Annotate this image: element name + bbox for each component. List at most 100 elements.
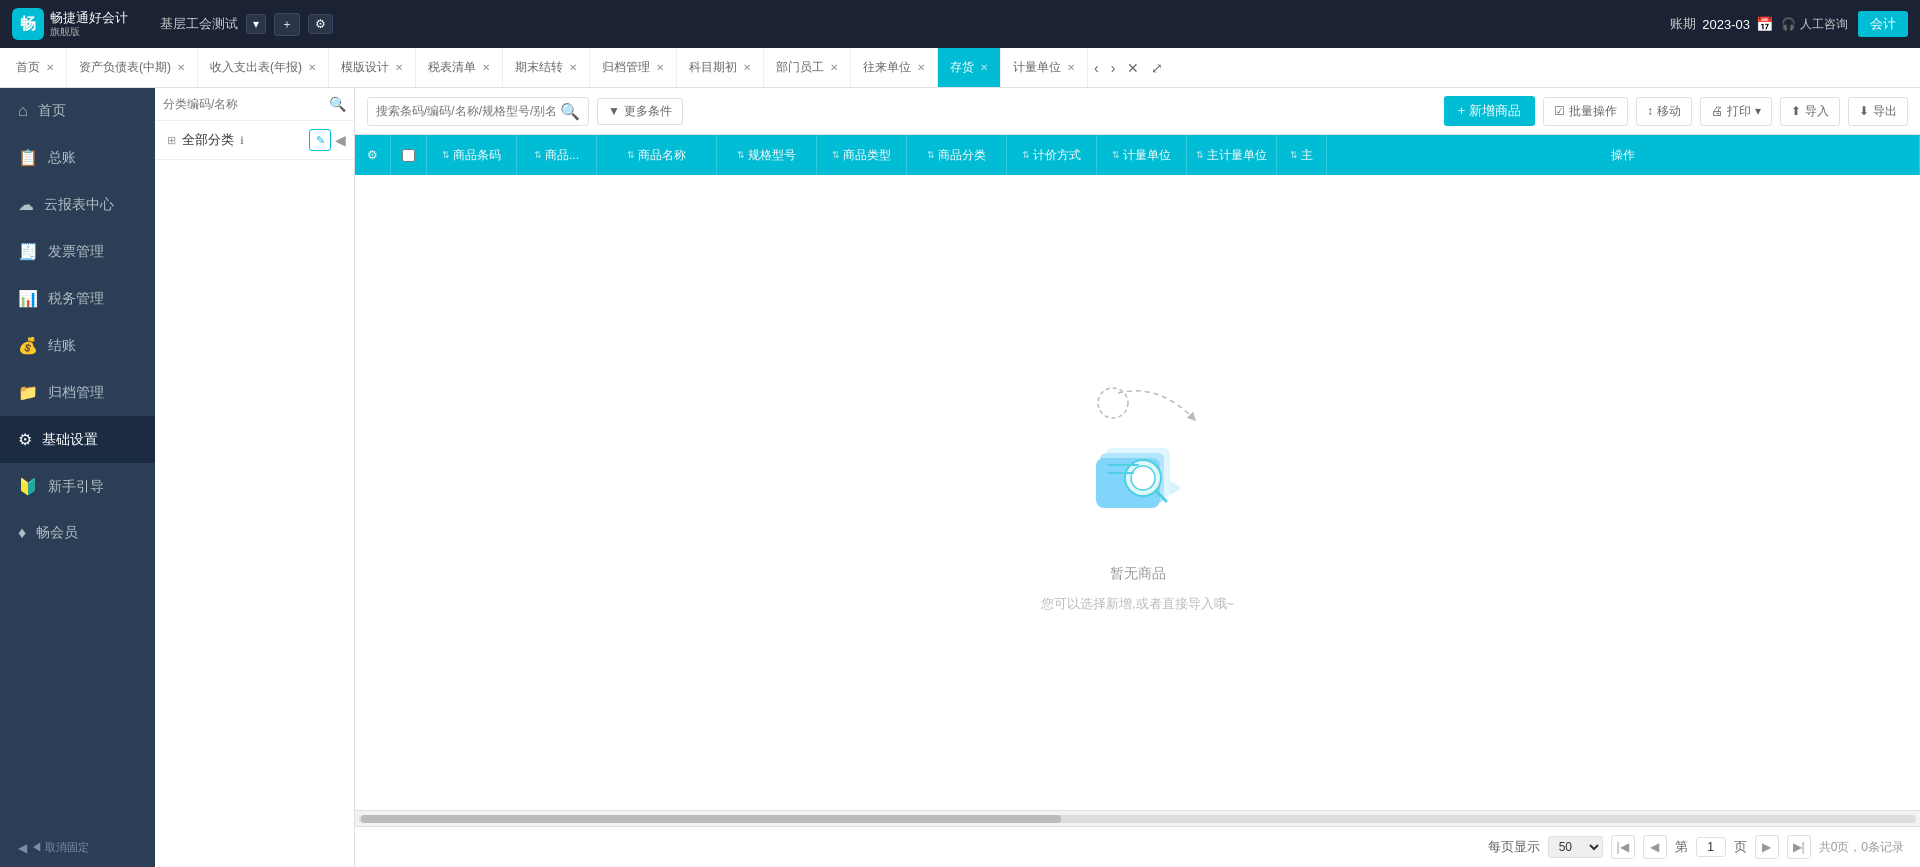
- tab-dept-staff[interactable]: 部门员工 ✕: [764, 48, 851, 88]
- page-num: 1: [1696, 837, 1726, 857]
- headphone-icon: 🎧: [1781, 17, 1796, 31]
- empty-svg: [1038, 373, 1238, 533]
- th-product-code[interactable]: ⇅ 商品...: [517, 135, 597, 175]
- category-search-input[interactable]: [163, 97, 325, 111]
- horizontal-scrollbar[interactable]: [355, 810, 1920, 826]
- sidebar-item-tax[interactable]: 📊 税务管理: [0, 275, 155, 322]
- tab-tax-list[interactable]: 税表清单 ✕: [416, 48, 503, 88]
- th-product-name[interactable]: ⇅ 商品名称: [597, 135, 717, 175]
- tab-period-carry-close[interactable]: ✕: [569, 62, 577, 73]
- tab-dept-staff-close[interactable]: ✕: [830, 62, 838, 73]
- move-btn[interactable]: ↕ 移动: [1636, 97, 1692, 126]
- tab-close-all-btn[interactable]: ✕: [1121, 60, 1145, 76]
- tab-income-statement-close[interactable]: ✕: [308, 62, 316, 73]
- sidebar-item-invoice[interactable]: 🧾 发票管理: [0, 228, 155, 275]
- category-root-node[interactable]: ⊞ 全部分类 ℹ: [163, 125, 305, 155]
- toolbar-right: + 新增商品 ☑ 批量操作 ↕ 移动 🖨 打印 ▾: [1444, 96, 1908, 126]
- th-price-method[interactable]: ⇅ 计价方式: [1007, 135, 1097, 175]
- th-spec[interactable]: ⇅ 规格型号: [717, 135, 817, 175]
- th-operation: 操作: [1327, 135, 1920, 175]
- product-search-input[interactable]: [376, 104, 556, 118]
- guide-icon: 🔰: [18, 477, 38, 496]
- tab-unit[interactable]: 计量单位 ✕: [1001, 48, 1088, 88]
- tab-template-close[interactable]: ✕: [395, 62, 403, 73]
- prev-page-btn[interactable]: ◀: [1643, 835, 1667, 859]
- tab-prev-btn[interactable]: ‹: [1088, 60, 1105, 76]
- tab-expand-btn[interactable]: ⤢: [1145, 60, 1169, 76]
- sidebar-item-guide[interactable]: 🔰 新手引导: [0, 463, 155, 510]
- tab-income-statement[interactable]: 收入支出表(年报) ✕: [198, 48, 329, 88]
- tab-balance-sheet[interactable]: 资产负债表(中期) ✕: [67, 48, 198, 88]
- tab-template[interactable]: 模版设计 ✕: [329, 48, 416, 88]
- pagination: 每页显示 50 100 |◀ ◀ 第 1 页 ▶ ▶| 共0页，0条记录: [355, 826, 1920, 867]
- tab-subject-init[interactable]: 科目期初 ✕: [677, 48, 764, 88]
- th-barcode[interactable]: ⇅ 商品条码: [427, 135, 517, 175]
- table-header: ⚙ ⇅ 商品条码 ⇅ 商品... ⇅ 商品名称: [355, 135, 1920, 175]
- category-edit-btn[interactable]: ✎: [309, 129, 331, 151]
- th-unit[interactable]: ⇅ 计量单位: [1097, 135, 1187, 175]
- tab-unit-close[interactable]: ✕: [1067, 62, 1075, 73]
- first-page-btn[interactable]: |◀: [1611, 835, 1635, 859]
- select-all-checkbox[interactable]: [402, 149, 415, 162]
- tax-icon: 📊: [18, 289, 38, 308]
- sidebar-item-basic-settings[interactable]: ⚙ 基础设置: [0, 416, 155, 463]
- last-page-btn[interactable]: ▶|: [1787, 835, 1811, 859]
- th-main-unit[interactable]: ⇅ 主计量单位: [1187, 135, 1277, 175]
- sidebar-item-membership[interactable]: ♦ 畅会员: [0, 510, 155, 556]
- sidebar-item-settle[interactable]: 💰 结账: [0, 322, 155, 369]
- panel-collapse-btn[interactable]: ◀: [335, 132, 346, 148]
- tab-partner-close[interactable]: ✕: [917, 62, 925, 73]
- export-btn[interactable]: ⬇ 导出: [1848, 97, 1908, 126]
- th-settings[interactable]: ⚙: [355, 135, 391, 175]
- workspace-label: 基层工会测试: [160, 15, 238, 33]
- sidebar-item-cloud-report[interactable]: ☁ 云报表中心: [0, 181, 155, 228]
- calendar-icon[interactable]: 📅: [1756, 16, 1773, 32]
- archive-icon: 📁: [18, 383, 38, 402]
- help-button[interactable]: 🎧 人工咨询: [1781, 16, 1848, 33]
- scroll-thumb: [361, 815, 1061, 823]
- sidebar-item-archive[interactable]: 📁 归档管理: [0, 369, 155, 416]
- next-page-btn[interactable]: ▶: [1755, 835, 1779, 859]
- th-product-category[interactable]: ⇅ 商品分类: [907, 135, 1007, 175]
- add-workspace-btn[interactable]: ＋: [274, 13, 300, 36]
- add-product-btn[interactable]: + 新增商品: [1444, 96, 1535, 126]
- tab-tax-list-close[interactable]: ✕: [482, 62, 490, 73]
- settings-btn[interactable]: ⚙: [308, 14, 333, 34]
- tab-inventory-close[interactable]: ✕: [980, 62, 988, 73]
- th-product-type[interactable]: ⇅ 商品类型: [817, 135, 907, 175]
- filter-btn[interactable]: ▼ 更多条件: [597, 98, 683, 125]
- tab-income-statement-label: 收入支出表(年报): [210, 59, 302, 76]
- tab-archive-close[interactable]: ✕: [656, 62, 664, 73]
- tab-next-btn[interactable]: ›: [1105, 60, 1122, 76]
- search-box-icon[interactable]: 🔍: [560, 102, 580, 121]
- total-info: 共0页，0条记录: [1819, 839, 1904, 856]
- page-size-select[interactable]: 50 100: [1548, 836, 1603, 858]
- tab-partner[interactable]: 往来单位 ✕: [851, 48, 938, 88]
- settings-icon: ⚙: [18, 430, 32, 449]
- th-col3[interactable]: ⇅ 主: [1277, 135, 1327, 175]
- import-btn[interactable]: ⬆ 导入: [1780, 97, 1840, 126]
- print-dropdown-icon: ▾: [1755, 104, 1761, 118]
- sidebar-item-ledger[interactable]: 📋 总账: [0, 134, 155, 181]
- tab-balance-sheet-label: 资产负债表(中期): [79, 59, 171, 76]
- tab-partner-label: 往来单位: [863, 59, 911, 76]
- workspace-dropdown[interactable]: ▾: [246, 14, 266, 34]
- tab-homepage-close[interactable]: ✕: [46, 62, 54, 73]
- account-button[interactable]: 会计: [1858, 11, 1908, 37]
- logo-area: 畅 畅捷通好会计 旗舰版: [12, 8, 152, 40]
- tab-subject-init-close[interactable]: ✕: [743, 62, 751, 73]
- tab-archive[interactable]: 归档管理 ✕: [590, 48, 677, 88]
- grid-icon: ⊞: [167, 134, 176, 147]
- category-search-icon[interactable]: 🔍: [329, 96, 346, 112]
- tab-period-carry[interactable]: 期末结转 ✕: [503, 48, 590, 88]
- print-btn[interactable]: 🖨 打印 ▾: [1700, 97, 1772, 126]
- tab-inventory[interactable]: 存货 ✕: [938, 48, 1001, 88]
- th-checkbox[interactable]: [391, 135, 427, 175]
- tab-tax-list-label: 税表清单: [428, 59, 476, 76]
- sidebar: ⌂ 首页 📋 总账 ☁ 云报表中心 🧾 发票管理 📊 税务管理 💰 结账 📁 归…: [0, 88, 155, 867]
- sidebar-collapse-btn[interactable]: ◀ ◀ 取消固定: [0, 828, 155, 867]
- batch-btn[interactable]: ☑ 批量操作: [1543, 97, 1628, 126]
- tab-balance-sheet-close[interactable]: ✕: [177, 62, 185, 73]
- tab-homepage[interactable]: 首页 ✕: [4, 48, 67, 88]
- sidebar-item-home[interactable]: ⌂ 首页: [0, 88, 155, 134]
